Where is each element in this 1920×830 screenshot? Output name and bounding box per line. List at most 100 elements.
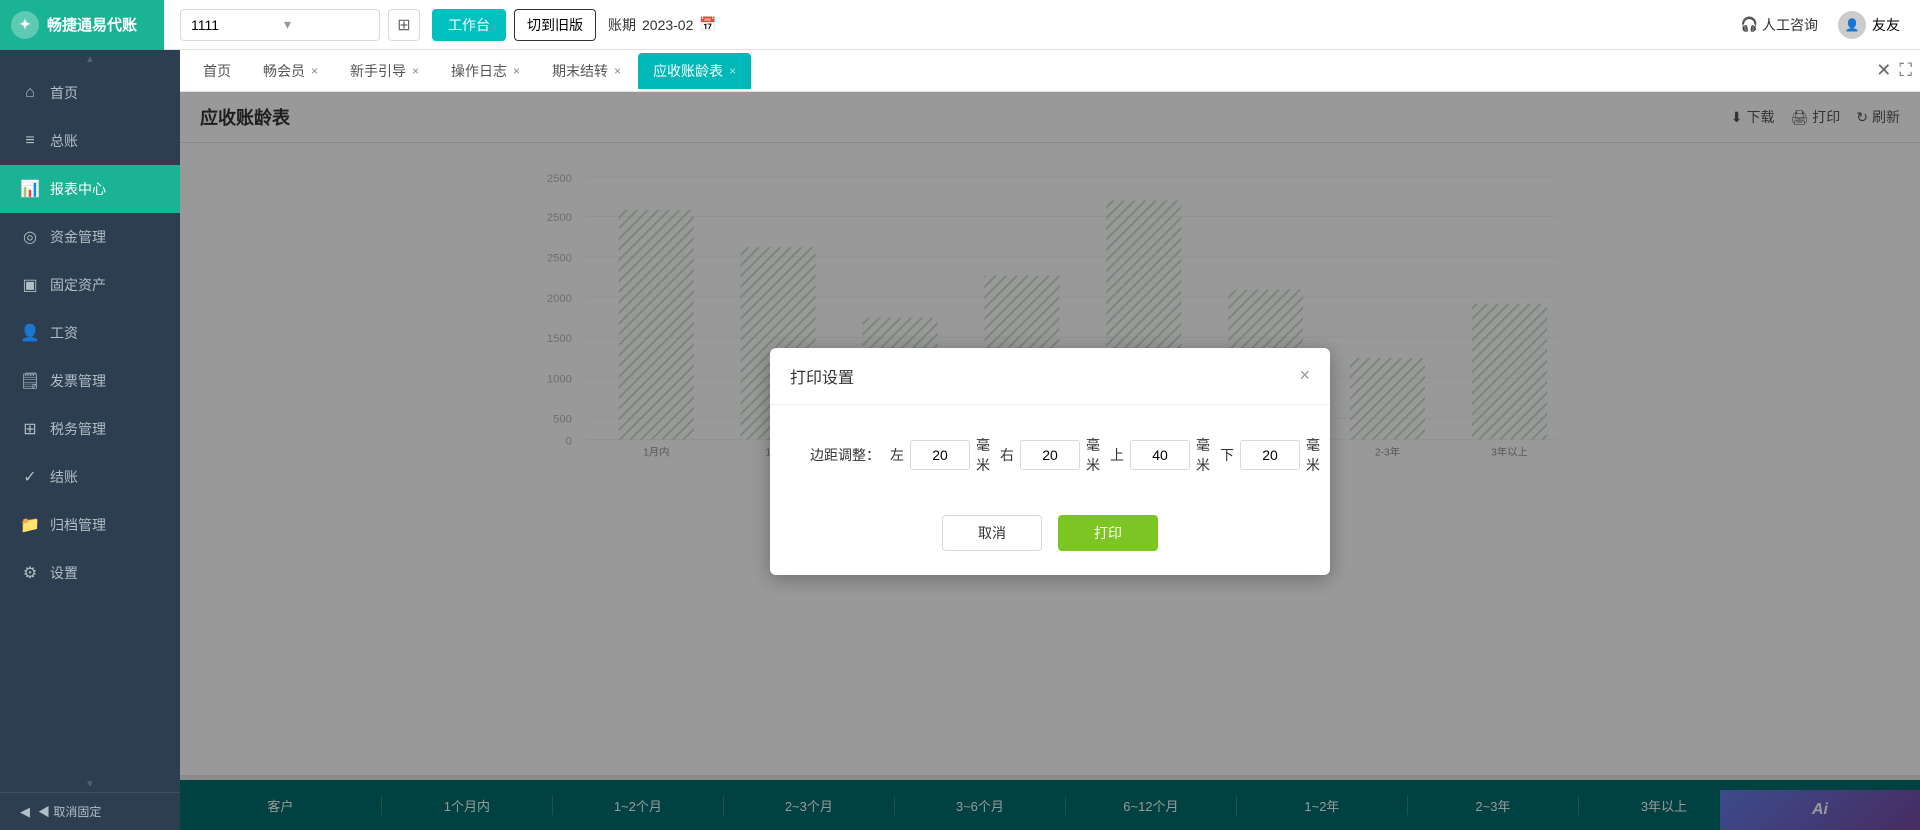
- pin-icon: ◀: [20, 804, 30, 820]
- sidebar-item-label: 工资: [50, 323, 78, 343]
- funds-icon: ◎: [20, 227, 40, 247]
- sidebar-item-label: 报表中心: [50, 179, 106, 199]
- tab-member[interactable]: 畅会员 ×: [248, 53, 333, 89]
- sidebar-item-label: 总账: [50, 131, 78, 151]
- cancel-button[interactable]: 取消: [942, 515, 1042, 551]
- support-button[interactable]: 🎧 人工咨询: [1741, 15, 1818, 35]
- tab-close-period[interactable]: ×: [614, 64, 621, 78]
- settings-icon: ⚙: [20, 563, 40, 583]
- dropdown-icon: ▾: [284, 16, 369, 33]
- left-margin-input[interactable]: [910, 440, 970, 470]
- home-icon: ⌂: [20, 84, 40, 102]
- sidebar-item-archive[interactable]: 📁 归档管理: [0, 501, 180, 549]
- margin-top-group: 上 毫米: [1110, 435, 1210, 475]
- tab-close-guide[interactable]: ×: [412, 64, 419, 78]
- margin-bottom-group: 下 毫米: [1220, 435, 1320, 475]
- account-selector[interactable]: 1111 ▾: [180, 9, 380, 41]
- tab-close-ar[interactable]: ×: [729, 64, 736, 78]
- right-label: 右: [1000, 445, 1014, 465]
- logo: ✦ 畅捷通易代账: [0, 0, 164, 50]
- sidebar-item-checkout[interactable]: ✓ 结账: [0, 453, 180, 501]
- expand-button[interactable]: ⛶: [1899, 60, 1912, 81]
- archive-icon: ⊞: [397, 15, 410, 35]
- support-label: 人工咨询: [1762, 15, 1818, 35]
- tab-label: 畅会员: [263, 61, 305, 81]
- sidebar-item-label: 设置: [50, 563, 78, 583]
- modal-close-button[interactable]: ×: [1299, 365, 1310, 386]
- sidebar-item-label: 资金管理: [50, 227, 106, 247]
- tab-close-member[interactable]: ×: [311, 64, 318, 78]
- left-label: 左: [890, 445, 904, 465]
- period-label: 账期: [608, 15, 636, 35]
- sidebar-item-ledger[interactable]: ≡ 总账: [0, 117, 180, 165]
- tab-label: 操作日志: [451, 61, 507, 81]
- sidebar-item-label: 结账: [50, 467, 78, 487]
- headset-icon: 🎧: [1741, 16, 1758, 33]
- margin-label: 边距调整：: [810, 445, 880, 465]
- sidebar-item-assets[interactable]: ▣ 固定资产: [0, 261, 180, 309]
- sidebar: ▲ ⌂ 首页 ≡ 总账 📊 报表中心 ◎ 资金管理 ▣ 固定资产: [0, 50, 180, 830]
- assets-icon: ▣: [20, 275, 40, 295]
- sidebar-item-label: 首页: [50, 83, 78, 103]
- sidebar-item-home[interactable]: ⌂ 首页: [0, 69, 180, 117]
- tax-icon: ⊞: [20, 419, 40, 439]
- checkout-icon: ✓: [20, 467, 40, 487]
- sidebar-scroll: ⌂ 首页 ≡ 总账 📊 报表中心 ◎ 资金管理 ▣ 固定资产 👤 工资: [0, 69, 180, 777]
- tab-guide[interactable]: 新手引导 ×: [335, 53, 434, 89]
- bottom-margin-label: 下: [1220, 445, 1234, 465]
- tab-period-close[interactable]: 期末结转 ×: [537, 53, 636, 89]
- sidebar-item-salary[interactable]: 👤 工资: [0, 309, 180, 357]
- tab-label: 新手引导: [350, 61, 406, 81]
- sidebar-item-label: 发票管理: [50, 371, 106, 391]
- close-all-tabs-button[interactable]: ✕: [1876, 60, 1891, 81]
- top-margin-input[interactable]: [1130, 440, 1190, 470]
- tab-label: 首页: [203, 61, 231, 81]
- avatar: 👤: [1838, 11, 1866, 39]
- right-margin-input[interactable]: [1020, 440, 1080, 470]
- avatar-icon: 👤: [1845, 18, 1860, 32]
- archive-button[interactable]: ⊞: [388, 9, 420, 41]
- tab-oplog[interactable]: 操作日志 ×: [436, 53, 535, 89]
- tab-home[interactable]: 首页: [188, 53, 246, 89]
- sidebar-item-label: 归档管理: [50, 515, 106, 535]
- sidebar-item-label: 固定资产: [50, 275, 106, 295]
- margin-row: 边距调整： 左 毫米 右 毫米: [810, 435, 1290, 475]
- modal-body: 边距调整： 左 毫米 右 毫米: [770, 405, 1330, 505]
- invoice-icon: 🗒: [20, 371, 40, 391]
- logo-icon: ✦: [11, 11, 39, 39]
- account-name: 1111: [191, 17, 276, 33]
- sidebar-item-label: 税务管理: [50, 419, 106, 439]
- logo-text: 畅捷通易代账: [47, 14, 137, 35]
- archive-sidebar-icon: 📁: [20, 515, 40, 535]
- switch-version-button[interactable]: 切到旧版: [514, 9, 596, 41]
- sidebar-pin-toggle[interactable]: ◀ ◀ 取消固定: [0, 792, 180, 830]
- tab-ar-aging[interactable]: 应收账龄表 ×: [638, 53, 751, 89]
- top-label: 上: [1110, 445, 1124, 465]
- tabs-bar: 首页 畅会员 × 新手引导 × 操作日志 × 期末结转 × 应收账龄表 ×: [180, 50, 1920, 92]
- calendar-icon[interactable]: 📅: [699, 16, 716, 33]
- tab-close-oplog[interactable]: ×: [513, 64, 520, 78]
- sidebar-item-funds[interactable]: ◎ 资金管理: [0, 213, 180, 261]
- workbench-button[interactable]: 工作台: [432, 9, 506, 41]
- bottom-unit: 毫米: [1306, 435, 1320, 475]
- left-unit: 毫米: [976, 435, 990, 475]
- ledger-icon: ≡: [20, 132, 40, 150]
- right-unit: 毫米: [1086, 435, 1100, 475]
- tab-label: 期末结转: [552, 61, 608, 81]
- pin-label: ◀ 取消固定: [38, 803, 101, 820]
- user-menu[interactable]: 👤 友友: [1838, 11, 1900, 39]
- sidebar-item-reports[interactable]: 📊 报表中心: [0, 165, 180, 213]
- sidebar-item-invoice[interactable]: 🗒 发票管理: [0, 357, 180, 405]
- modal-title: 打印设置: [790, 364, 1299, 388]
- reports-icon: 📊: [20, 179, 40, 199]
- confirm-print-button[interactable]: 打印: [1058, 515, 1158, 551]
- username: 友友: [1872, 15, 1900, 35]
- bottom-margin-input[interactable]: [1240, 440, 1300, 470]
- margin-left-group: 左 毫米: [890, 435, 990, 475]
- sidebar-item-settings[interactable]: ⚙ 设置: [0, 549, 180, 597]
- content-area: 首页 畅会员 × 新手引导 × 操作日志 × 期末结转 × 应收账龄表 ×: [180, 50, 1920, 830]
- sidebar-item-tax[interactable]: ⊞ 税务管理: [0, 405, 180, 453]
- tab-label: 应收账龄表: [653, 61, 723, 81]
- salary-icon: 👤: [20, 323, 40, 343]
- modal-footer: 取消 打印: [770, 505, 1330, 575]
